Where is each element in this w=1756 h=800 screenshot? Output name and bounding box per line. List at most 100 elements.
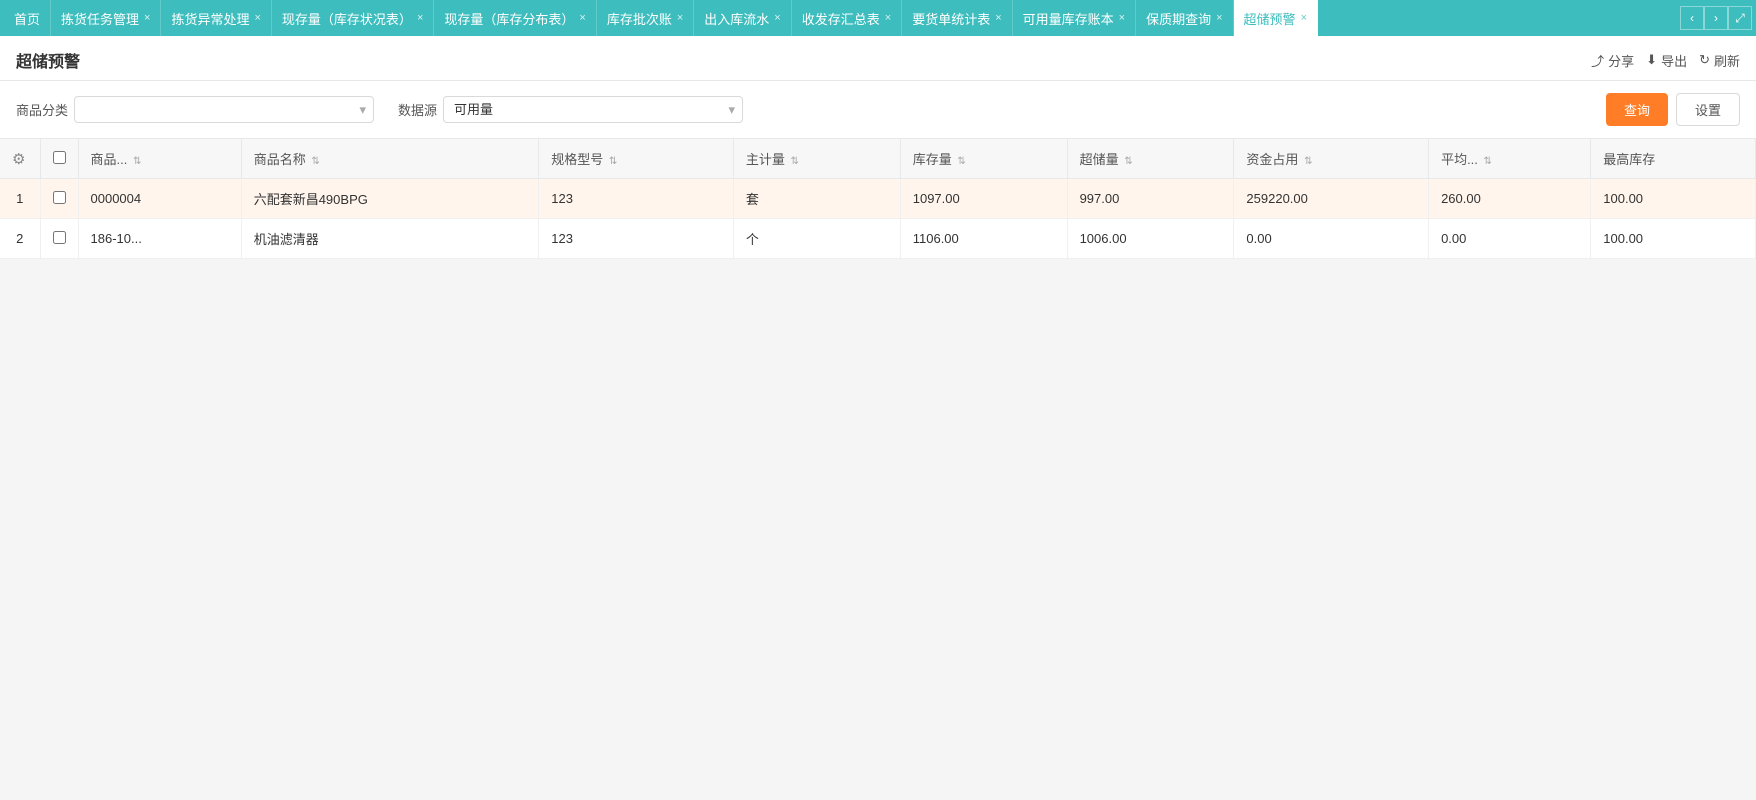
filter-actions: 查询 设置 <box>1606 93 1740 126</box>
category-select-wrapper <box>74 96 374 123</box>
close-icon[interactable]: × <box>417 12 423 24</box>
th-product-name[interactable]: 商品名称 ⇅ <box>241 139 539 179</box>
page-title: 超储预警 <box>16 48 80 72</box>
close-icon[interactable]: × <box>995 12 1001 24</box>
sort-icon: ⇅ <box>609 156 617 167</box>
cell-unit: 套 <box>733 179 900 219</box>
close-icon[interactable]: × <box>677 12 683 24</box>
page-header: 超储预警 ⤴ 分享 ⬇ 导出 ↻ 刷新 <box>0 36 1756 81</box>
sort-icon: ⇅ <box>1124 156 1132 167</box>
cell-product-name: 六配套新昌490BPG <box>241 179 539 219</box>
row-checkbox-cell <box>40 179 78 219</box>
cell-avg: 0.00 <box>1429 219 1591 259</box>
share-icon: ⤴ <box>1591 51 1604 70</box>
share-button[interactable]: ⤴ 分享 <box>1591 51 1634 70</box>
row-checkbox[interactable] <box>53 191 66 204</box>
nav-tab-over-stock[interactable]: 超储预警 × <box>1234 0 1318 36</box>
row-checkbox-cell <box>40 219 78 259</box>
nav-expand-btn[interactable]: ⤢ <box>1728 6 1752 30</box>
cell-product-code: 186-10... <box>78 219 241 259</box>
cell-max-stock: 100.00 <box>1591 179 1756 219</box>
cell-spec: 123 <box>539 179 734 219</box>
close-icon[interactable]: × <box>254 12 260 24</box>
filter-bar: 商品分类 数据源 可用量 查询 设置 <box>0 81 1756 139</box>
datasource-filter: 数据源 可用量 <box>398 96 743 123</box>
row-checkbox[interactable] <box>53 231 66 244</box>
nav-tab-home[interactable]: 首页 <box>4 0 51 36</box>
cell-avg: 260.00 <box>1429 179 1591 219</box>
cell-capital: 259220.00 <box>1234 179 1429 219</box>
table-body: 1 0000004 六配套新昌490BPG 123 套 1097.00 997.… <box>0 179 1756 259</box>
th-settings[interactable]: ⚙ <box>0 139 40 179</box>
cell-max-stock: 100.00 <box>1591 219 1756 259</box>
refresh-button[interactable]: ↻ 刷新 <box>1699 51 1740 70</box>
th-capital[interactable]: 资金占用 ⇅ <box>1234 139 1429 179</box>
close-icon[interactable]: × <box>885 12 891 24</box>
nav-tab-pick-task[interactable]: 拣货任务管理 × <box>51 0 161 36</box>
sort-icon: ⇅ <box>311 156 319 167</box>
nav-tab-stock-dist[interactable]: 现存量（库存分布表） × <box>434 0 596 36</box>
cell-over-stock: 1006.00 <box>1067 219 1234 259</box>
cell-product-name: 机油滤清器 <box>241 219 539 259</box>
nav-tab-quality-check[interactable]: 保质期查询 × <box>1136 0 1233 36</box>
header-actions: ⤴ 分享 ⬇ 导出 ↻ 刷新 <box>1591 51 1740 70</box>
th-checkbox <box>40 139 78 179</box>
datasource-label: 数据源 <box>398 100 437 119</box>
nav-tab-inout-flow[interactable]: 出入库流水 × <box>694 0 791 36</box>
nav-tab-avail-ledger[interactable]: 可用量库存账本 × <box>1013 0 1136 36</box>
nav-tab-stock-status[interactable]: 现存量（库存状况表） × <box>272 0 434 36</box>
nav-prev-btn[interactable]: ‹ <box>1680 6 1704 30</box>
select-all-checkbox[interactable] <box>53 151 66 164</box>
cell-unit: 个 <box>733 219 900 259</box>
cell-over-stock: 997.00 <box>1067 179 1234 219</box>
nav-tab-req-stats[interactable]: 要货单统计表 × <box>902 0 1012 36</box>
set-button[interactable]: 设置 <box>1676 93 1740 126</box>
th-product-code[interactable]: 商品... ⇅ <box>78 139 241 179</box>
nav-tab-batch[interactable]: 库存批次账 × <box>597 0 694 36</box>
gear-icon[interactable]: ⚙ <box>12 151 25 168</box>
table-header-row: ⚙ 商品... ⇅ 商品名称 ⇅ 规格型号 ⇅ 主计量 <box>0 139 1756 179</box>
row-number: 2 <box>0 219 40 259</box>
category-label: 商品分类 <box>16 100 68 119</box>
th-stock[interactable]: 库存量 ⇅ <box>900 139 1067 179</box>
sort-icon: ⇅ <box>133 156 141 167</box>
table-row: 2 186-10... 机油滤清器 123 个 1106.00 1006.00 … <box>0 219 1756 259</box>
category-filter: 商品分类 <box>16 96 374 123</box>
close-icon[interactable]: × <box>774 12 780 24</box>
close-icon[interactable]: × <box>144 12 150 24</box>
nav-next-btn[interactable]: › <box>1704 6 1728 30</box>
nav-arrows: ‹ › ⤢ <box>1680 6 1752 30</box>
th-avg[interactable]: 平均... ⇅ <box>1429 139 1591 179</box>
close-icon[interactable]: × <box>1301 12 1307 24</box>
th-max-stock[interactable]: 最高库存 <box>1591 139 1756 179</box>
cell-spec: 123 <box>539 219 734 259</box>
export-icon: ⬇ <box>1646 52 1657 68</box>
cell-product-code: 0000004 <box>78 179 241 219</box>
th-unit[interactable]: 主计量 ⇅ <box>733 139 900 179</box>
table-row: 1 0000004 六配套新昌490BPG 123 套 1097.00 997.… <box>0 179 1756 219</box>
cell-stock: 1106.00 <box>900 219 1067 259</box>
datasource-select-wrapper: 可用量 <box>443 96 743 123</box>
nav-tab-pick-abnormal[interactable]: 拣货异常处理 × <box>161 0 271 36</box>
nav-tab-recv-summary[interactable]: 收发存汇总表 × <box>792 0 902 36</box>
cell-capital: 0.00 <box>1234 219 1429 259</box>
refresh-icon: ↻ <box>1699 52 1710 68</box>
datasource-select[interactable]: 可用量 <box>443 96 743 123</box>
sort-icon: ⇅ <box>791 156 799 167</box>
sort-icon: ⇅ <box>1484 156 1492 167</box>
row-number: 1 <box>0 179 40 219</box>
main-content: ⚙ 商品... ⇅ 商品名称 ⇅ 规格型号 ⇅ 主计量 <box>0 139 1756 259</box>
query-button[interactable]: 查询 <box>1606 93 1668 126</box>
cell-stock: 1097.00 <box>900 179 1067 219</box>
category-select[interactable] <box>74 96 374 123</box>
th-spec[interactable]: 规格型号 ⇅ <box>539 139 734 179</box>
data-table: ⚙ 商品... ⇅ 商品名称 ⇅ 规格型号 ⇅ 主计量 <box>0 139 1756 259</box>
th-over-stock[interactable]: 超储量 ⇅ <box>1067 139 1234 179</box>
sort-icon: ⇅ <box>957 156 965 167</box>
close-icon[interactable]: × <box>1119 12 1125 24</box>
close-icon[interactable]: × <box>1216 12 1222 24</box>
sort-icon: ⇅ <box>1304 156 1312 167</box>
close-icon[interactable]: × <box>579 12 585 24</box>
top-nav: 首页 拣货任务管理 × 拣货异常处理 × 现存量（库存状况表） × 现存量（库存… <box>0 0 1756 36</box>
export-button[interactable]: ⬇ 导出 <box>1646 51 1687 70</box>
